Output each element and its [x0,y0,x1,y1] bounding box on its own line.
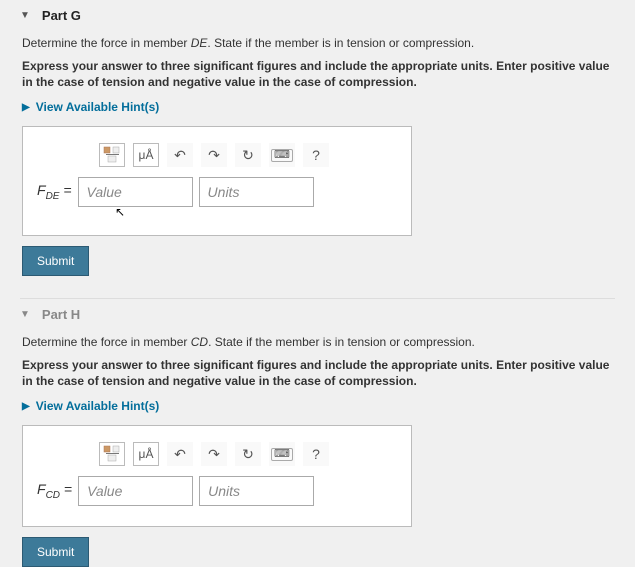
help-icon[interactable]: ? [303,143,329,167]
caret-down-icon: ▼ [20,10,30,21]
part-h-instructions: Express your answer to three significant… [22,357,615,389]
fraction-template-icon[interactable] [99,143,125,167]
question-member: CD [191,335,208,349]
part-h-body: Determine the force in member CD. State … [20,334,615,567]
reset-icon[interactable]: ↻ [235,442,261,466]
part-h-label: Part H [42,307,80,322]
reset-icon[interactable]: ↻ [235,143,261,167]
undo-icon[interactable]: ↶ [167,143,193,167]
special-chars-icon[interactable]: μÅ [133,442,159,466]
fraction-template-icon[interactable] [99,442,125,466]
part-g-instructions: Express your answer to three significant… [22,58,615,90]
caret-right-icon: ▶ [22,401,30,412]
redo-icon[interactable]: ↷ [201,143,227,167]
var-subscript: DE [46,191,60,202]
mu-label: μÅ [139,447,154,461]
units-input[interactable]: Units [199,476,314,506]
formula-toolbar: μÅ ↶ ↷ ↻ ⌨ ? [99,442,397,466]
question-text-pre: Determine the force in member [22,335,191,349]
special-chars-icon[interactable]: μÅ [133,143,159,167]
view-hints-link[interactable]: ▶ View Available Hint(s) [22,399,615,413]
part-g-label: Part G [42,8,81,23]
question-text-post: . State if the member is in tension or c… [207,36,474,50]
formula-toolbar: μÅ ↶ ↷ ↻ ⌨ ? [99,143,397,167]
var-subscript: CD [46,490,60,501]
equals-sign: = [59,182,71,198]
submit-button[interactable]: Submit [22,246,89,276]
equals-sign: = [60,481,72,497]
question-text-pre: Determine the force in member [22,36,191,50]
hints-label: View Available Hint(s) [36,399,160,413]
part-g-question: Determine the force in member DE. State … [22,35,615,52]
part-g-body: Determine the force in member DE. State … [20,35,615,276]
kb-glyph: ⌨ [271,448,293,461]
variable-label: FDE = [37,182,72,202]
answer-row: FDE = Value Units [37,177,397,207]
part-g-answer-box: μÅ ↶ ↷ ↻ ⌨ ? FDE = Value Units ↖ [22,126,412,236]
cursor-icon: ↖ [115,205,475,219]
var-prefix: F [37,481,46,497]
part-h-header[interactable]: ▼ Part H [20,298,615,322]
caret-down-icon: ▼ [20,309,30,320]
units-input[interactable]: Units [199,177,314,207]
mu-label: μÅ [139,148,154,162]
value-input[interactable]: Value [78,476,193,506]
question-member: DE [191,36,208,50]
redo-icon[interactable]: ↷ [201,442,227,466]
part-g-header[interactable]: ▼ Part G [20,8,615,23]
keyboard-icon[interactable]: ⌨ [269,442,295,466]
keyboard-icon[interactable]: ⌨ [269,143,295,167]
caret-right-icon: ▶ [22,102,30,113]
kb-glyph: ⌨ [271,149,293,162]
undo-icon[interactable]: ↶ [167,442,193,466]
value-input[interactable]: Value [78,177,193,207]
part-h-answer-box: μÅ ↶ ↷ ↻ ⌨ ? FCD = Value Units [22,425,412,527]
view-hints-link[interactable]: ▶ View Available Hint(s) [22,100,615,114]
var-prefix: F [37,182,46,198]
part-h-question: Determine the force in member CD. State … [22,334,615,351]
help-icon[interactable]: ? [303,442,329,466]
variable-label: FCD = [37,481,72,501]
question-text-post: . State if the member is in tension or c… [208,335,475,349]
submit-button[interactable]: Submit [22,537,89,567]
answer-row: FCD = Value Units [37,476,397,506]
hints-label: View Available Hint(s) [36,100,160,114]
